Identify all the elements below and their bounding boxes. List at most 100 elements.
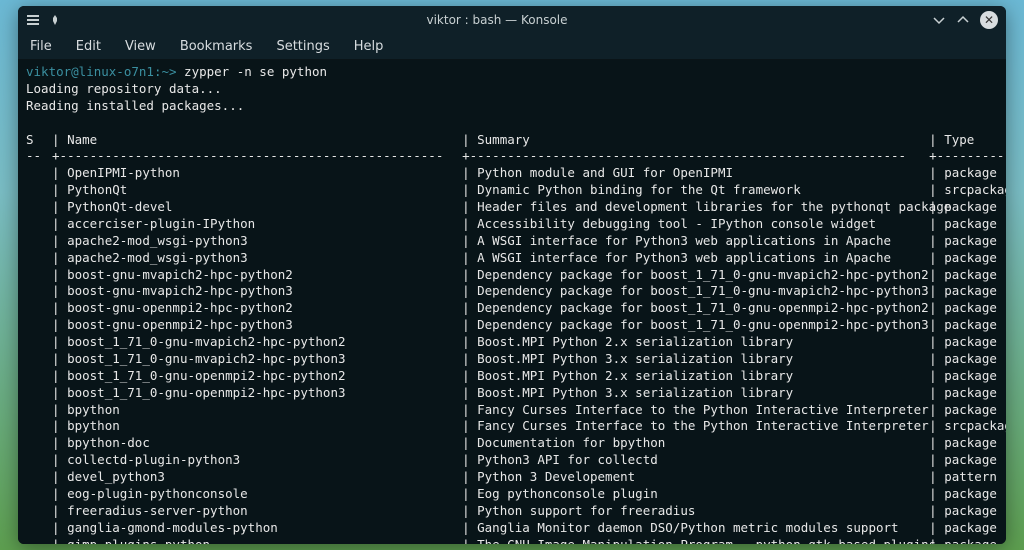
pkg-type: package — [944, 317, 998, 334]
blank-line — [26, 115, 34, 130]
menu-help[interactable]: Help — [354, 39, 384, 54]
terminal-output[interactable]: viktor@linux-o7n1:~> zypper -n se python… — [18, 60, 1006, 544]
pin-icon[interactable] — [48, 13, 62, 27]
window-titlebar[interactable]: viktor : bash — Konsole ✕ — [18, 6, 1006, 34]
pkg-name: apache2-mod_wsgi-python3 — [67, 233, 462, 250]
pkg-summary: Dynamic Python binding for the Qt framew… — [477, 182, 929, 199]
col-header-type: Type — [944, 132, 998, 149]
menu-bookmarks[interactable]: Bookmarks — [180, 39, 253, 54]
pkg-summary: Dependency package for boost_1_71_0-gnu-… — [477, 267, 929, 284]
table-row: | boost_1_71_0-gnu-mvapich2-hpc-python2|… — [26, 334, 998, 351]
table-row: | boost_1_71_0-gnu-openmpi2-hpc-python3|… — [26, 385, 998, 402]
table-row: | boost-gnu-mvapich2-hpc-python2| Depend… — [26, 267, 998, 284]
titlebar-left-icons — [26, 13, 62, 27]
pkg-type: srcpackage — [944, 418, 1006, 435]
menubar: File Edit View Bookmarks Settings Help — [18, 34, 1006, 60]
pkg-summary: Fancy Curses Interface to the Python Int… — [477, 418, 929, 435]
prompt-user: viktor@linux-o7n1 — [26, 64, 154, 79]
pkg-summary: The GNU Image Manipulation Program - pyt… — [477, 537, 929, 545]
pkg-name: boost_1_71_0-gnu-openmpi2-hpc-python2 — [67, 368, 462, 385]
pkg-type: package — [944, 250, 998, 267]
pkg-name: boost-gnu-mvapich2-hpc-python2 — [67, 267, 462, 284]
close-icon[interactable]: ✕ — [980, 11, 998, 29]
table-row: | ganglia-gmond-modules-python| Ganglia … — [26, 520, 998, 537]
pkg-type: package — [944, 165, 998, 182]
pkg-type: package — [944, 368, 998, 385]
pkg-type: package — [944, 537, 998, 545]
table-row: | freeradius-server-python| Python suppo… — [26, 503, 998, 520]
pkg-type: package — [944, 520, 998, 537]
table-row: | eog-plugin-pythonconsole| Eog pythonco… — [26, 486, 998, 503]
pkg-summary: Eog pythonconsole plugin — [477, 486, 929, 503]
pkg-name: boost-gnu-openmpi2-hpc-python3 — [67, 317, 462, 334]
col-header-summary: Summary — [477, 132, 929, 149]
table-row: | gimp-plugins-python| The GNU Image Man… — [26, 537, 998, 545]
loading-line-1: Loading repository data... — [26, 81, 222, 96]
pkg-summary: Python support for freeradius — [477, 503, 929, 520]
pkg-summary: Dependency package for boost_1_71_0-gnu-… — [477, 283, 929, 300]
table-row: | boost_1_71_0-gnu-mvapich2-hpc-python3|… — [26, 351, 998, 368]
pkg-name: boost_1_71_0-gnu-mvapich2-hpc-python2 — [67, 334, 462, 351]
pkg-name: bpython — [67, 418, 462, 435]
pkg-summary: Boost.MPI Python 3.x serialization libra… — [477, 385, 929, 402]
table-row: | PythonQt| Dynamic Python binding for t… — [26, 182, 998, 199]
pkg-type: package — [944, 233, 998, 250]
table-row: | boost-gnu-openmpi2-hpc-python3| Depend… — [26, 317, 998, 334]
pkg-name: bpython-doc — [67, 435, 462, 452]
pkg-summary: Python3 API for collectd — [477, 452, 929, 469]
pkg-summary: Documentation for bpython — [477, 435, 929, 452]
pkg-type: package — [944, 267, 998, 284]
menu-edit[interactable]: Edit — [76, 39, 101, 54]
pkg-name: eog-plugin-pythonconsole — [67, 486, 462, 503]
pkg-type: package — [944, 334, 998, 351]
pkg-type: package — [944, 351, 998, 368]
maximize-icon[interactable] — [956, 13, 970, 27]
pkg-name: PythonQt — [67, 182, 462, 199]
col-header-s: S — [26, 132, 52, 149]
pkg-summary: Boost.MPI Python 3.x serialization libra… — [477, 351, 929, 368]
pkg-summary: A WSGI interface for Python3 web applica… — [477, 233, 929, 250]
pkg-summary: Dependency package for boost_1_71_0-gnu-… — [477, 300, 929, 317]
pkg-summary: Fancy Curses Interface to the Python Int… — [477, 402, 929, 419]
pkg-summary: Dependency package for boost_1_71_0-gnu-… — [477, 317, 929, 334]
menu-view[interactable]: View — [125, 39, 156, 54]
window-title: viktor : bash — Konsole — [62, 13, 932, 27]
table-row: | devel_python3| Python 3 Developement| … — [26, 469, 998, 486]
table-row: | bpython-doc| Documentation for bpython… — [26, 435, 998, 452]
menu-file[interactable]: File — [30, 39, 52, 54]
pkg-summary: Boost.MPI Python 2.x serialization libra… — [477, 334, 929, 351]
pkg-type: pattern — [944, 469, 998, 486]
table-row: | PythonQt-devel| Header files and devel… — [26, 199, 998, 216]
table-row: | OpenIPMI-python| Python module and GUI… — [26, 165, 998, 182]
pkg-summary: Boost.MPI Python 2.x serialization libra… — [477, 368, 929, 385]
pkg-summary: Python 3 Developement — [477, 469, 929, 486]
pkg-summary: A WSGI interface for Python3 web applica… — [477, 250, 929, 267]
pkg-name: devel_python3 — [67, 469, 462, 486]
pkg-name: boost_1_71_0-gnu-mvapich2-hpc-python3 — [67, 351, 462, 368]
loading-line-2: Reading installed packages... — [26, 98, 244, 113]
pkg-name: PythonQt-devel — [67, 199, 462, 216]
pkg-name: boost-gnu-openmpi2-hpc-python2 — [67, 300, 462, 317]
pkg-type: package — [944, 486, 998, 503]
pkg-name: accerciser-plugin-IPython — [67, 216, 462, 233]
pkg-type: package — [944, 503, 998, 520]
pkg-type: package — [944, 216, 998, 233]
table-row: | boost_1_71_0-gnu-openmpi2-hpc-python2|… — [26, 368, 998, 385]
titlebar-right-icons: ✕ — [932, 11, 998, 29]
menu-settings[interactable]: Settings — [276, 39, 329, 54]
table-row: | bpython| Fancy Curses Interface to the… — [26, 402, 998, 419]
prompt-sep: :~> — [154, 64, 184, 79]
minimize-icon[interactable] — [932, 13, 946, 27]
table-row: | apache2-mod_wsgi-python3| A WSGI inter… — [26, 250, 998, 267]
pkg-type: package — [944, 385, 998, 402]
pkg-type: package — [944, 452, 998, 469]
pkg-type: package — [944, 402, 998, 419]
app-menu-icon[interactable] — [26, 13, 40, 27]
pkg-name: bpython — [67, 402, 462, 419]
pkg-type: package — [944, 300, 998, 317]
pkg-type: package — [944, 435, 998, 452]
command-text: zypper -n se python — [184, 64, 327, 79]
table-row: | boost-gnu-mvapich2-hpc-python3| Depend… — [26, 283, 998, 300]
pkg-name: collectd-plugin-python3 — [67, 452, 462, 469]
table-row: | boost-gnu-openmpi2-hpc-python2| Depend… — [26, 300, 998, 317]
